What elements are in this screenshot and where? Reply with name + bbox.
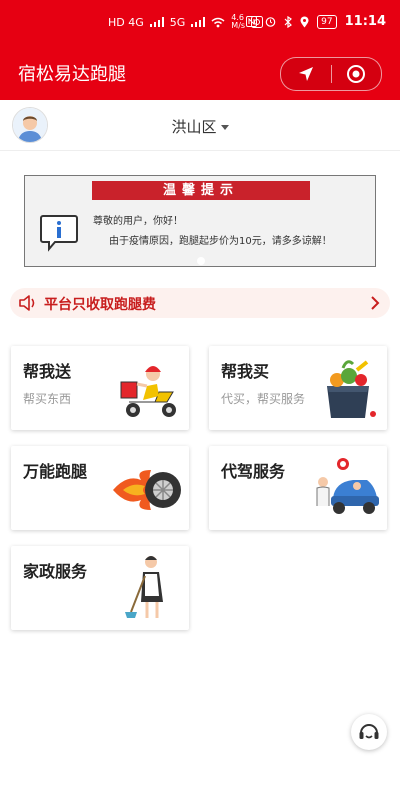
service-card-buy[interactable]: 帮我买 代买，帮买服务 [209, 346, 387, 430]
service-card-deliver[interactable]: 帮我送 帮买东西 [11, 346, 189, 430]
app-header: HD 4G 5G 4.6 M/s 97 11:14 宿松易达跑腿 [0, 0, 400, 100]
signal-icon-2 [191, 17, 206, 27]
app-title: 宿松易达跑腿 [18, 64, 126, 85]
nfc-icon [246, 16, 258, 27]
locate-button[interactable] [281, 58, 331, 90]
service-card-driver[interactable]: 代驾服务 [209, 446, 387, 530]
service-card-housekeeping[interactable]: 家政服务 [11, 546, 189, 630]
close-miniprogram-button[interactable] [332, 58, 382, 90]
chevron-right-icon [370, 295, 380, 315]
speaker-icon [18, 294, 38, 316]
bluetooth-icon [284, 15, 293, 28]
signal-icon [149, 17, 164, 27]
status-left: HD 4G 5G 4.6 M/s [108, 13, 264, 30]
delivery-scooter-icon [119, 356, 181, 424]
notice-title: 温馨提示 [92, 181, 310, 200]
platform-fee-bar[interactable]: 平台只收取跑腿费 [10, 288, 390, 318]
grocery-bag-icon [317, 356, 379, 424]
notice-message: 由于疫情原因，跑腿起步价为10元，请多多谅解！ [109, 236, 332, 247]
status-right: 97 11:14 [246, 14, 386, 29]
clock: 11:14 [344, 14, 386, 29]
customer-service-button[interactable] [351, 714, 387, 750]
mini-program-capsule [280, 57, 382, 91]
service-title: 家政服务 [23, 562, 88, 581]
service-title: 万能跑腿 [23, 462, 88, 481]
district-name: 洪山区 [171, 118, 217, 136]
navigation-arrow-icon [298, 67, 313, 81]
district-selector[interactable]: 洪山区 [0, 116, 400, 137]
notice-banner-card[interactable]: 温馨提示 尊敬的用户，你好！ 由于疫情原因，跑腿起步价为10元，请多多谅解！ [24, 175, 376, 267]
status-bar: HD 4G 5G 4.6 M/s 97 11:14 [0, 0, 400, 40]
info-bubble-icon [39, 214, 79, 256]
service-desc: 代买，帮买服务 [221, 392, 306, 406]
service-desc: 帮买东西 [23, 392, 72, 406]
location-bar: 洪山区 [0, 100, 400, 151]
alarm-icon [265, 17, 276, 27]
network-speed: 4.6 M/s [231, 13, 246, 30]
battery-indicator: 97 [317, 14, 337, 29]
location-icon [300, 16, 309, 27]
flaming-wheel-icon [111, 464, 181, 520]
housekeeper-mop-icon [123, 552, 171, 628]
network-type: HD 4G [108, 15, 144, 29]
carousel-indicator-dot [197, 257, 205, 265]
notice-greeting: 尊敬的用户，你好！ [93, 216, 183, 227]
headset-icon [359, 724, 379, 739]
service-title: 帮我送 [23, 362, 72, 381]
caret-down-icon [220, 125, 229, 130]
designated-driver-icon [315, 456, 379, 524]
service-title: 代驾服务 [221, 462, 286, 481]
target-circle-icon [347, 65, 366, 83]
service-card-errand[interactable]: 万能跑腿 [11, 446, 189, 530]
service-title: 帮我买 [221, 362, 270, 381]
wifi-icon [211, 17, 225, 27]
network-type-2: 5G [169, 15, 186, 29]
platform-fee-text: 平台只收取跑腿费 [44, 297, 156, 313]
